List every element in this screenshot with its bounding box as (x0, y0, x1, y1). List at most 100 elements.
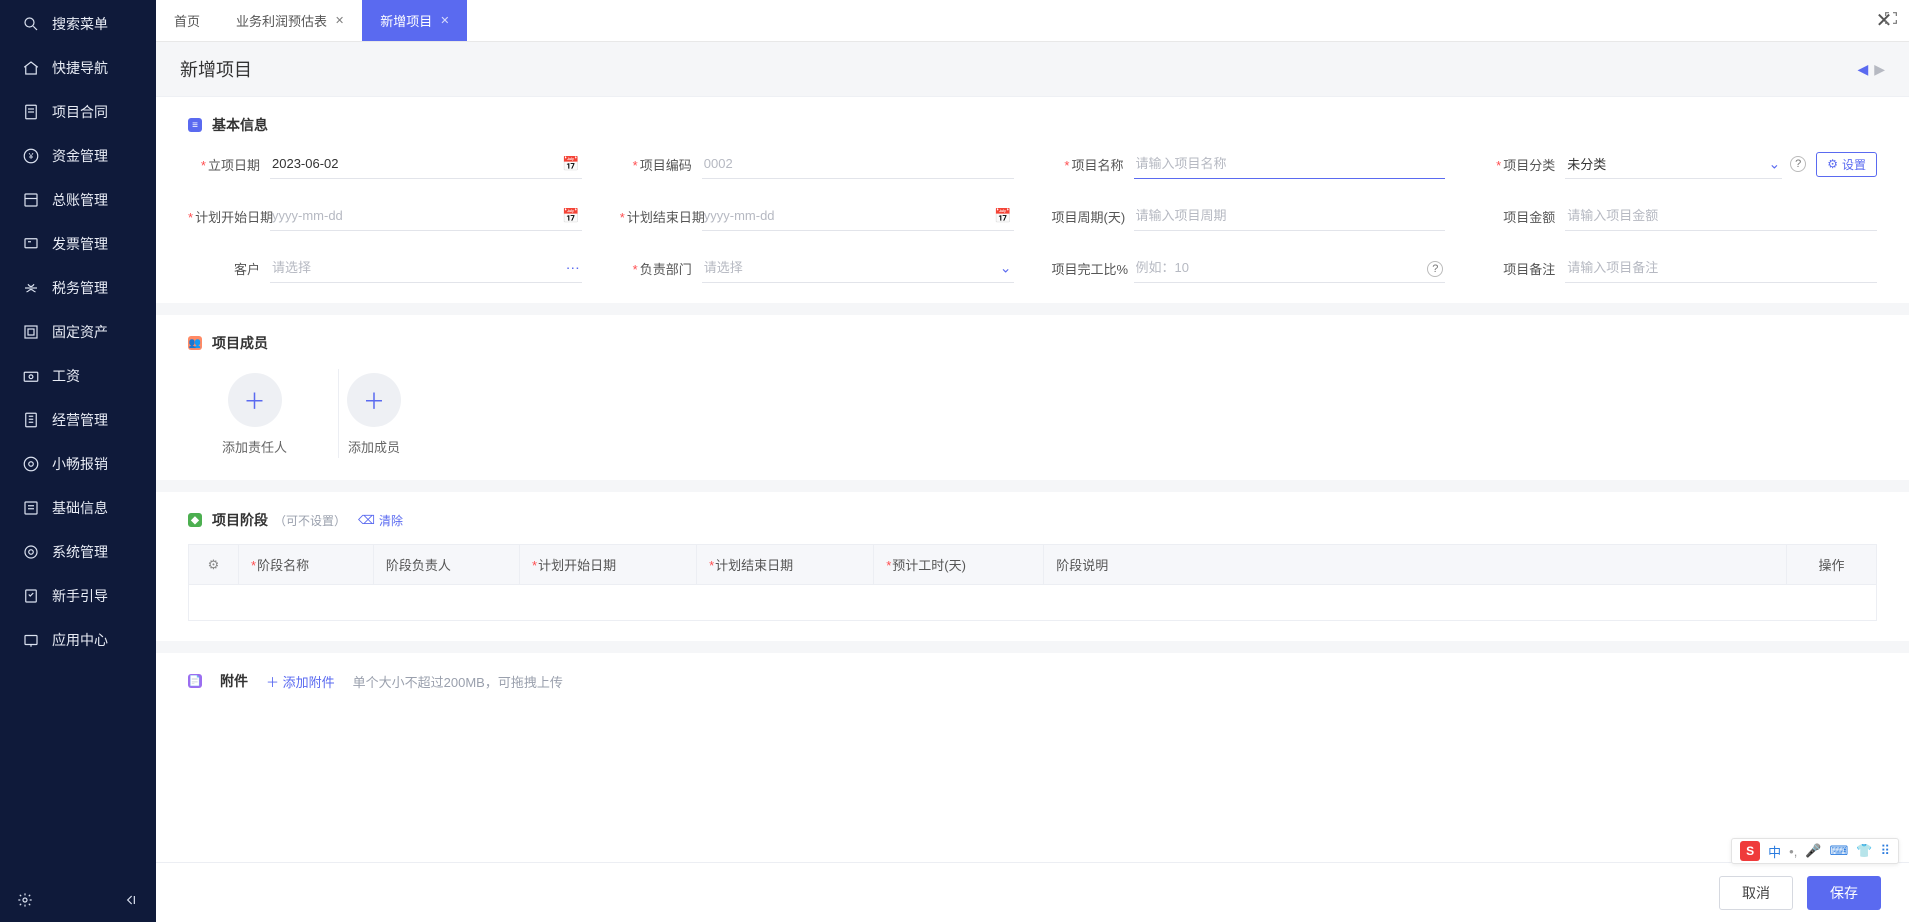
section-stage-sub: （可不设置） (274, 512, 346, 529)
sidebar-item-label: 基础信息 (52, 498, 108, 518)
calendar-icon[interactable]: 📅 (994, 208, 1011, 225)
calendar-icon[interactable]: 📅 (562, 156, 579, 173)
input-period[interactable] (1134, 201, 1446, 231)
sidebar-item-assets[interactable]: 固定资产 (0, 310, 156, 354)
sidebar-item-label: 发票管理 (52, 234, 108, 254)
input-end[interactable] (702, 201, 1014, 231)
content: ≡ 基本信息 *立项日期 📅 *项目编码 (156, 97, 1909, 862)
sidebar-item-appcenter[interactable]: 应用中心 (0, 618, 156, 662)
home-icon (22, 59, 40, 77)
ime-bar[interactable]: S 中 •, 🎤 ⌨ 👕 ⠿ (1731, 838, 1899, 864)
guide-icon (22, 587, 40, 605)
chevron-down-icon[interactable]: ⌄ (1768, 156, 1780, 173)
input-start[interactable] (270, 201, 582, 231)
section-icon: 👥 (188, 336, 202, 350)
svg-text:¥: ¥ (28, 152, 34, 161)
help-icon[interactable]: ? (1790, 156, 1806, 172)
sidebar-item-business[interactable]: 经营管理 (0, 398, 156, 442)
gear-icon: ⚙ (1827, 157, 1838, 171)
sidebar-item-label: 快捷导航 (52, 58, 108, 78)
sidebar-item-label: 税务管理 (52, 278, 108, 298)
cancel-button[interactable]: 取消 (1719, 876, 1793, 910)
sidebar-item-funds[interactable]: ¥ 资金管理 (0, 134, 156, 178)
label-category: 项目分类 (1503, 158, 1555, 173)
sidebar-item-label: 新手引导 (52, 586, 108, 606)
col-owner: 阶段负责人 (386, 558, 451, 573)
category-settings-button[interactable]: ⚙ 设置 (1816, 152, 1877, 177)
asset-icon (22, 323, 40, 341)
fullscreen-icon[interactable] (1877, 4, 1905, 32)
sidebar-item-projectcontract[interactable]: 项目合同 (0, 90, 156, 134)
sidebar-item-quicknav[interactable]: 快捷导航 (0, 46, 156, 90)
add-owner-button[interactable]: ＋ 添加责任人 (222, 373, 287, 456)
add-attach-label: 添加附件 (283, 675, 335, 690)
page-head: 新增项目 ◀ ▶ (156, 42, 1909, 97)
col-start: 计划开始日期 (538, 558, 616, 573)
input-name[interactable] (1134, 149, 1446, 179)
section-attach-title: 附件 (220, 671, 248, 691)
tab-profit[interactable]: 业务利润预估表 ✕ (218, 0, 362, 41)
col-op: 操作 (1818, 558, 1844, 573)
more-icon[interactable]: ⋯ (566, 260, 580, 277)
sidebar-item-invoice[interactable]: 发票管理 (0, 222, 156, 266)
sidebar-search[interactable]: 搜索菜单 (0, 2, 156, 46)
ime-mic-icon: 🎤 (1805, 843, 1821, 859)
input-customer[interactable] (270, 253, 582, 283)
col-desc: 阶段说明 (1056, 558, 1108, 573)
section-icon: ◆ (188, 513, 202, 527)
next-record-icon[interactable]: ▶ (1874, 61, 1885, 78)
tab-new-project[interactable]: 新增项目 ✕ (362, 0, 467, 41)
section-icon: 📄 (188, 674, 202, 688)
sidebar-item-basic[interactable]: 基础信息 (0, 486, 156, 530)
input-date[interactable] (270, 149, 582, 179)
tab-home[interactable]: 首页 (156, 0, 218, 41)
sidebar-item-expense[interactable]: 小畅报销 (0, 442, 156, 486)
section-stage-title: 项目阶段 (212, 510, 268, 530)
sidebar-item-tax[interactable]: 税务管理 (0, 266, 156, 310)
clear-stages-button[interactable]: ⌫ 清除 (358, 512, 403, 529)
tab-label: 业务利润预估表 (236, 11, 327, 30)
app-icon (22, 631, 40, 649)
input-code[interactable] (702, 149, 1014, 179)
sidebar-item-ledger[interactable]: 总账管理 (0, 178, 156, 222)
settings-icon[interactable] (16, 891, 34, 909)
info-icon (22, 499, 40, 517)
label-name: 项目名称 (1071, 158, 1123, 173)
select-category[interactable] (1565, 149, 1782, 179)
expense-icon (22, 455, 40, 473)
contract-icon (22, 103, 40, 121)
ime-logo-icon: S (1740, 841, 1760, 861)
input-pct[interactable] (1134, 253, 1446, 283)
select-dept[interactable] (702, 253, 1014, 283)
col-settings[interactable]: ⚙ (189, 545, 239, 585)
sidebar-item-guide[interactable]: 新手引导 (0, 574, 156, 618)
help-icon[interactable]: ? (1427, 259, 1443, 277)
col-end: 计划结束日期 (715, 558, 793, 573)
sidebar-item-label: 资金管理 (52, 146, 108, 166)
sidebar-item-salary[interactable]: 工资 (0, 354, 156, 398)
label-amount: 项目金额 (1503, 210, 1555, 225)
close-icon[interactable]: ✕ (335, 14, 344, 27)
input-remark[interactable] (1565, 253, 1877, 283)
sidebar-search-label: 搜索菜单 (52, 14, 108, 34)
plus-icon: ＋ (228, 373, 282, 427)
sidebar-item-system[interactable]: 系统管理 (0, 530, 156, 574)
save-button[interactable]: 保存 (1807, 876, 1881, 910)
add-member-button[interactable]: ＋ 添加成员 (347, 373, 401, 456)
input-amount[interactable] (1565, 201, 1877, 231)
sidebar-item-label: 项目合同 (52, 102, 108, 122)
section-members-title: 项目成员 (212, 333, 268, 353)
chevron-down-icon[interactable]: ⌄ (1000, 260, 1012, 277)
ime-grid-icon: ⠿ (1880, 843, 1890, 859)
sidebar-item-label: 应用中心 (52, 630, 108, 650)
sidebar-item-label: 工资 (52, 366, 80, 386)
table-row-empty[interactable] (189, 585, 1877, 621)
prev-record-icon[interactable]: ◀ (1857, 61, 1868, 78)
add-attachment-button[interactable]: ＋ 添加附件 (266, 672, 335, 691)
calendar-icon[interactable]: 📅 (562, 208, 579, 225)
collapse-icon[interactable] (122, 891, 140, 909)
ime-lang: 中 (1768, 842, 1781, 861)
close-icon[interactable]: ✕ (440, 14, 449, 27)
label-dept: 负责部门 (640, 262, 692, 277)
business-icon (22, 411, 40, 429)
